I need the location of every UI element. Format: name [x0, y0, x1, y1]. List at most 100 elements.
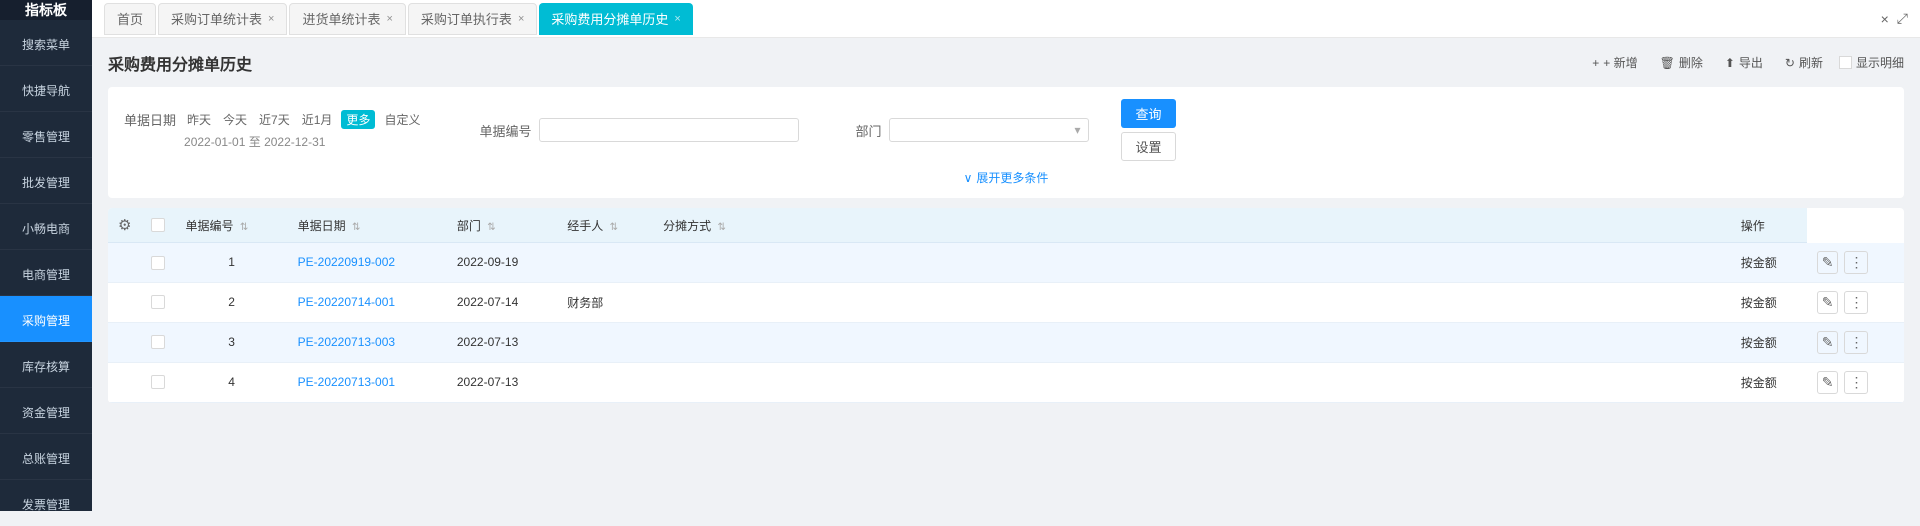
date-range-display: 2022-01-01 至 2022-12-31 [184, 133, 423, 150]
tab-purchase-order-exec[interactable]: 采购订单执行表 × [408, 3, 537, 35]
row-doc-no-link-1[interactable]: PE-20220714-001 [298, 295, 395, 309]
row-doc-no-link-3[interactable]: PE-20220713-001 [298, 375, 395, 389]
row-split-method-1: 按金额 [1731, 282, 1807, 322]
expand-more-button[interactable]: ∨ 展开更多条件 [124, 169, 1888, 186]
row-checkbox-3[interactable] [151, 375, 165, 389]
action-buttons: 查询 设置 [1121, 99, 1175, 161]
row-edit-icon-2[interactable]: ✎ [1817, 331, 1839, 354]
tabs-bar: 首页 采购订单统计表 × 进货单统计表 × 采购订单执行表 × 采购费用分摊单历… [92, 0, 1920, 38]
row-handler-0 [653, 243, 1731, 283]
sidebar-item-retail[interactable]: 零售管理 [0, 112, 92, 158]
col-split-method-sort[interactable]: ⇅ [718, 222, 726, 233]
row-settings-2 [108, 322, 141, 362]
col-doc-no: 单据编号 ⇅ [175, 208, 287, 243]
tab-purchase-cost-split-close[interactable]: × [674, 13, 680, 25]
sidebar-item-quick[interactable]: 快捷导航 [0, 66, 92, 112]
sidebar-item-mini[interactable]: 小畅电商 [0, 204, 92, 250]
dept-label: 部门 [855, 121, 881, 140]
sidebar-item-purchase[interactable]: 采购管理 [0, 296, 92, 342]
tab-purchase-goods-stats-close[interactable]: × [386, 13, 392, 25]
shortcut-yesterday[interactable]: 昨天 [184, 110, 214, 129]
row-doc-no-link-0[interactable]: PE-20220919-002 [298, 255, 395, 269]
display-toggle-checkbox[interactable] [1839, 56, 1852, 69]
refresh-label: 刷新 [1799, 54, 1823, 71]
tab-purchase-order-stats[interactable]: 采购订单统计表 × [158, 3, 287, 35]
tab-purchase-order-exec-close[interactable]: × [518, 13, 524, 25]
col-dept-sort[interactable]: ⇅ [487, 222, 495, 233]
col-handler-sort[interactable]: ⇅ [610, 222, 618, 233]
col-dept-label: 部门 [457, 219, 481, 233]
row-split-method-0: 按金额 [1731, 243, 1807, 283]
header-checkbox[interactable] [151, 218, 165, 232]
date-filter-group: 单据日期 昨天 今天 近7天 近1月 更多 自定义 2022-01-01 至 2… [124, 110, 423, 150]
export-icon: ⬆ [1725, 56, 1735, 70]
row-doc-no-1: PE-20220714-001 [288, 282, 447, 322]
row-dept-0 [557, 243, 653, 283]
sidebar-item-ecommerce[interactable]: 电商管理 [0, 250, 92, 296]
settings-icon[interactable]: ⚙ [118, 217, 131, 234]
row-checkbox-1[interactable] [151, 295, 165, 309]
col-date-sort[interactable]: ⇅ [352, 222, 360, 233]
setting-button[interactable]: 设置 [1121, 132, 1175, 161]
shortcut-custom[interactable]: 自定义 [381, 110, 423, 129]
row-checkbox-2[interactable] [151, 335, 165, 349]
page-title: 采购费用分摊单历史 [108, 51, 252, 75]
sidebar-item-inventory[interactable]: 库存核算 [0, 342, 92, 388]
row-settings-0 [108, 243, 141, 283]
row-edit-icon-3[interactable]: ✎ [1817, 371, 1839, 394]
row-more-icon-3[interactable]: ⋮ [1844, 371, 1868, 394]
row-doc-no-link-2[interactable]: PE-20220713-003 [298, 335, 395, 349]
shortcut-more[interactable]: 更多 [341, 110, 375, 129]
shortcut-today[interactable]: 今天 [220, 110, 250, 129]
display-toggle[interactable]: 显示明细 [1839, 54, 1904, 71]
tab-home[interactable]: 首页 [104, 3, 156, 35]
close-icon[interactable]: × [1881, 11, 1889, 27]
row-actions-1: ✎ ⋮ [1807, 282, 1904, 322]
row-edit-icon-1[interactable]: ✎ [1817, 291, 1839, 314]
col-split-method-label: 分摊方式 [663, 219, 711, 233]
tab-purchase-order-stats-close[interactable]: × [268, 13, 274, 25]
doc-no-label: 单据编号 [479, 121, 531, 140]
delete-icon: 🗑 [1660, 56, 1675, 70]
col-handler: 经手人 ⇅ [557, 208, 653, 243]
doc-no-filter-group: 单据编号 [479, 118, 799, 142]
doc-no-input[interactable] [539, 118, 799, 142]
add-button[interactable]: + + 新增 [1586, 50, 1643, 75]
col-doc-no-sort[interactable]: ⇅ [240, 222, 248, 233]
tab-purchase-goods-stats-label: 进货单统计表 [302, 9, 380, 28]
refresh-button[interactable]: ↻ 刷新 [1779, 50, 1829, 75]
table-header-row: ⚙ 单据编号 ⇅ 单据日期 ⇅ [108, 208, 1904, 243]
row-more-icon-0[interactable]: ⋮ [1844, 251, 1868, 274]
tab-purchase-cost-split-label: 采购费用分摊单历史 [551, 9, 668, 28]
page-header: 采购费用分摊单历史 + + 新增 🗑 删除 ⬆ 导出 ↻ 刷新 [108, 50, 1904, 75]
shortcut-1month[interactable]: 近1月 [299, 110, 336, 129]
row-edit-icon-0[interactable]: ✎ [1817, 251, 1839, 274]
row-settings-1 [108, 282, 141, 322]
row-more-icon-2[interactable]: ⋮ [1844, 331, 1868, 354]
delete-label: 删除 [1679, 54, 1703, 71]
dept-select[interactable]: ▾ [889, 118, 1089, 142]
sidebar-item-invoice[interactable]: 发票管理 [0, 480, 92, 526]
tab-purchase-cost-split[interactable]: 采购费用分摊单历史 × [539, 3, 692, 35]
row-date-2: 2022-07-13 [447, 322, 557, 362]
shortcut-7days[interactable]: 近7天 [256, 110, 293, 129]
tab-purchase-goods-stats[interactable]: 进货单统计表 × [289, 3, 405, 35]
maximize-icon[interactable]: ⤢ [1897, 10, 1908, 27]
col-doc-no-label: 单据编号 [185, 219, 233, 233]
row-handler-1 [653, 282, 1731, 322]
sidebar-item-search[interactable]: 搜索菜单 [0, 20, 92, 66]
add-label: + 新增 [1603, 54, 1637, 71]
col-date-label: 单据日期 [298, 219, 346, 233]
refresh-icon: ↻ [1785, 56, 1795, 70]
sidebar-item-wholesale[interactable]: 批发管理 [0, 158, 92, 204]
sidebar-item-finance[interactable]: 资金管理 [0, 388, 92, 434]
delete-button[interactable]: 🗑 删除 [1654, 50, 1709, 75]
export-button[interactable]: ⬆ 导出 [1719, 50, 1769, 75]
expand-label: 展开更多条件 [976, 169, 1048, 186]
row-more-icon-1[interactable]: ⋮ [1844, 291, 1868, 314]
row-checkbox-0[interactable] [151, 256, 165, 270]
table-body: 1 PE-20220919-002 2022-09-19 按金额 ✎ ⋮ 2 P… [108, 243, 1904, 403]
row-doc-no-2: PE-20220713-003 [288, 322, 447, 362]
query-button[interactable]: 查询 [1121, 99, 1175, 128]
sidebar-item-general[interactable]: 总账管理 [0, 434, 92, 480]
